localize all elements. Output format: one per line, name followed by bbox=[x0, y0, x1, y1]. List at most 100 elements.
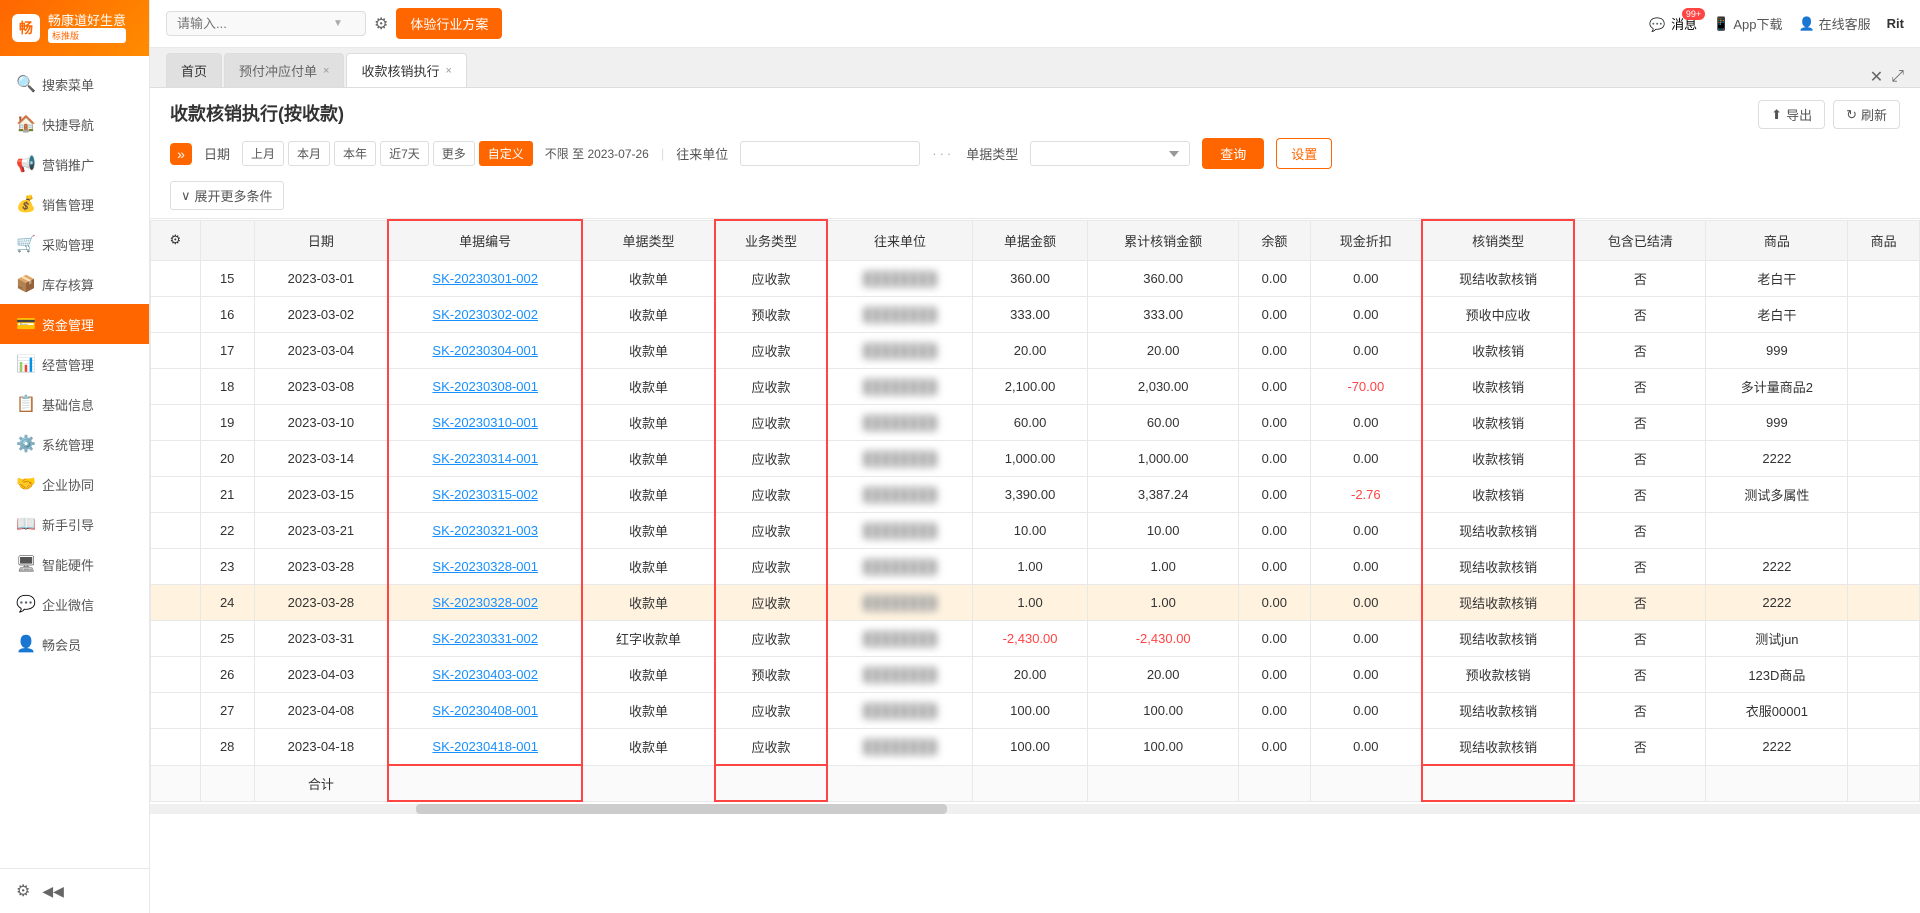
sidebar-item-system[interactable]: ⚙️ 系统管理 bbox=[0, 424, 149, 464]
tab-payable[interactable]: 预付冲应付单 × bbox=[224, 53, 344, 87]
filter-expand-button[interactable]: » bbox=[170, 143, 192, 165]
th-settings[interactable]: ⚙ bbox=[151, 220, 201, 261]
main-content: ▼ ⚙ 体验行业方案 💬 99+ 消息 📱 App下载 👤 在线客服 Rit bbox=[150, 0, 1920, 913]
voucher-link[interactable]: SK-20230310-001 bbox=[432, 415, 538, 430]
topbar-search-input[interactable] bbox=[177, 16, 327, 31]
sidebar-item-search-menu[interactable]: 🔍 搜索菜单 bbox=[0, 64, 149, 104]
refresh-icon: ↻ bbox=[1846, 107, 1857, 123]
table-row: 28 2023-04-18 SK-20230418-001 收款单 应收款 ██… bbox=[151, 729, 1920, 766]
sidebar-item-hardware[interactable]: 🖥 智能硬件 bbox=[0, 544, 149, 584]
table-header-row: ⚙ 日期 单据编号 单据类型 业务类型 往来单位 单据金额 累计核销金额 余额 … bbox=[151, 220, 1920, 261]
sidebar-item-basic[interactable]: 📋 基础信息 bbox=[0, 384, 149, 424]
th-cash-discount: 现金折扣 bbox=[1310, 220, 1422, 261]
voucher-link[interactable]: SK-20230328-002 bbox=[432, 595, 538, 610]
date-btn-custom[interactable]: 自定义 bbox=[479, 141, 533, 166]
footer-voucher-no bbox=[388, 765, 582, 801]
inventory-icon: 📦 bbox=[16, 274, 34, 294]
sidebar-item-inventory[interactable]: 📦 库存核算 bbox=[0, 264, 149, 304]
voucher-link[interactable]: SK-20230331-002 bbox=[432, 631, 538, 646]
date-btn-7days[interactable]: 近7天 bbox=[380, 141, 429, 166]
sidebar-item-label-wechat: 企业微信 bbox=[42, 595, 94, 614]
tab-payable-close[interactable]: × bbox=[323, 65, 329, 77]
online-service-btn[interactable]: 👤 在线客服 bbox=[1798, 14, 1870, 33]
wechat-icon: 💬 bbox=[16, 594, 34, 614]
voucher-link[interactable]: SK-20230304-001 bbox=[432, 343, 538, 358]
date-btn-this-month[interactable]: 本月 bbox=[288, 141, 330, 166]
voucher-link[interactable]: SK-20230301-002 bbox=[432, 271, 538, 286]
guide-icon: 📖 bbox=[16, 514, 34, 534]
sidebar-item-label-guide: 新手引导 bbox=[42, 515, 94, 534]
sidebar-item-guide[interactable]: 📖 新手引导 bbox=[0, 504, 149, 544]
voucher-link[interactable]: SK-20230408-001 bbox=[432, 703, 538, 718]
service-icon: 👤 bbox=[1798, 16, 1814, 32]
voucher-link[interactable]: SK-20230328-001 bbox=[432, 559, 538, 574]
date-btn-more[interactable]: 更多 bbox=[433, 141, 475, 166]
user-avatar[interactable]: Rit bbox=[1887, 16, 1904, 31]
sidebar-item-quick-nav[interactable]: 🏠 快捷导航 bbox=[0, 104, 149, 144]
page-header: 收款核销执行(按收款) ⬆ 导出 ↻ 刷新 » 日期 上月 本月 本年 近7天 … bbox=[150, 88, 1920, 219]
table-row: 18 2023-03-08 SK-20230308-001 收款单 应收款 ██… bbox=[151, 369, 1920, 405]
export-icon: ⬆ bbox=[1771, 107, 1782, 123]
sidebar-item-marketing[interactable]: 📢 营销推广 bbox=[0, 144, 149, 184]
table-settings-icon[interactable]: ⚙ bbox=[170, 232, 182, 247]
purchase-icon: 🛒 bbox=[16, 234, 34, 254]
close-tab-icon[interactable]: ✕ bbox=[1870, 67, 1883, 87]
sidebar-item-sales[interactable]: 💰 销售管理 bbox=[0, 184, 149, 224]
table-container: ⚙ 日期 单据编号 单据类型 业务类型 往来单位 单据金额 累计核销金额 余额 … bbox=[150, 219, 1920, 913]
member-icon: 👤 bbox=[16, 634, 34, 654]
voucher-link[interactable]: SK-20230418-001 bbox=[432, 739, 538, 754]
partner-filter-input[interactable] bbox=[740, 141, 920, 166]
footer-write-off-type bbox=[1422, 765, 1574, 801]
sidebar-logo: 畅 畅康道好生意 标推版 bbox=[0, 0, 149, 56]
sidebar-nav: 🔍 搜索菜单 🏠 快捷导航 📢 营销推广 💰 销售管理 🛒 采购管理 📦 库存核… bbox=[0, 56, 149, 868]
topbar: ▼ ⚙ 体验行业方案 💬 99+ 消息 📱 App下载 👤 在线客服 Rit bbox=[150, 0, 1920, 48]
sidebar-item-member[interactable]: 👤 畅会员 bbox=[0, 624, 149, 664]
date-btn-last-month[interactable]: 上月 bbox=[242, 141, 284, 166]
voucher-type-label: 单据类型 bbox=[966, 144, 1018, 163]
tab-collection-close[interactable]: × bbox=[445, 65, 451, 77]
sidebar-item-operation[interactable]: 📊 经营管理 bbox=[0, 344, 149, 384]
sidebar-settings-icon[interactable]: ⚙ bbox=[16, 881, 30, 901]
voucher-link[interactable]: SK-20230314-001 bbox=[432, 451, 538, 466]
message-btn[interactable]: 💬 99+ 消息 bbox=[1649, 14, 1697, 33]
table-row: 26 2023-04-03 SK-20230403-002 收款单 预收款 ██… bbox=[151, 657, 1920, 693]
tab-payable-label: 预付冲应付单 bbox=[239, 61, 317, 80]
date-btn-this-year[interactable]: 本年 bbox=[334, 141, 376, 166]
voucher-link[interactable]: SK-20230302-002 bbox=[432, 307, 538, 322]
sidebar-collapse-icon[interactable]: ◀◀ bbox=[42, 883, 64, 900]
voucher-type-select[interactable] bbox=[1030, 141, 1190, 166]
expand-more-button[interactable]: ∨ 展开更多条件 bbox=[170, 181, 284, 210]
logo-text: 畅康道好生意 bbox=[48, 13, 126, 29]
app-download-btn[interactable]: 📱 App下载 bbox=[1713, 14, 1782, 33]
expand-tab-icon[interactable]: ⤢ bbox=[1891, 68, 1904, 86]
refresh-button[interactable]: ↻ 刷新 bbox=[1833, 100, 1900, 129]
th-partner: 往来单位 bbox=[827, 220, 972, 261]
sidebar-item-wechat[interactable]: 💬 企业微信 bbox=[0, 584, 149, 624]
export-button[interactable]: ⬆ 导出 bbox=[1758, 100, 1825, 129]
tab-home[interactable]: 首页 bbox=[166, 53, 222, 87]
sidebar-item-label-hardware: 智能硬件 bbox=[42, 555, 94, 574]
search-menu-icon: 🔍 bbox=[16, 74, 34, 94]
sidebar-item-enterprise[interactable]: 🤝 企业协同 bbox=[0, 464, 149, 504]
voucher-link[interactable]: SK-20230315-002 bbox=[432, 487, 538, 502]
solution-button[interactable]: 体验行业方案 bbox=[396, 8, 502, 39]
marketing-icon: 📢 bbox=[16, 154, 34, 174]
horizontal-scrollbar[interactable] bbox=[150, 804, 1920, 814]
sidebar-item-label-nav: 快捷导航 bbox=[42, 115, 94, 134]
th-voucher-type: 单据类型 bbox=[582, 220, 714, 261]
setting-button[interactable]: 设置 bbox=[1276, 138, 1332, 169]
voucher-link[interactable]: SK-20230308-001 bbox=[432, 379, 538, 394]
topbar-dropdown-icon: ▼ bbox=[333, 18, 343, 29]
voucher-link[interactable]: SK-20230403-002 bbox=[432, 667, 538, 682]
table-row: 23 2023-03-28 SK-20230328-001 收款单 应收款 ██… bbox=[151, 549, 1920, 585]
topbar-gear-icon[interactable]: ⚙ bbox=[374, 14, 388, 34]
filter-area: » 日期 上月 本月 本年 近7天 更多 自定义 不限 至 2023-07-26… bbox=[170, 138, 1900, 177]
voucher-link[interactable]: SK-20230321-003 bbox=[432, 523, 538, 538]
capital-icon: 💳 bbox=[16, 314, 34, 334]
th-seq bbox=[200, 220, 254, 261]
sidebar-item-capital[interactable]: 💳 资金管理 bbox=[0, 304, 149, 344]
table-body: 15 2023-03-01 SK-20230301-002 收款单 应收款 ██… bbox=[151, 261, 1920, 766]
query-button[interactable]: 查询 bbox=[1202, 138, 1264, 169]
sidebar-item-purchase[interactable]: 🛒 采购管理 bbox=[0, 224, 149, 264]
tab-collection[interactable]: 收款核销执行 × bbox=[346, 53, 466, 87]
